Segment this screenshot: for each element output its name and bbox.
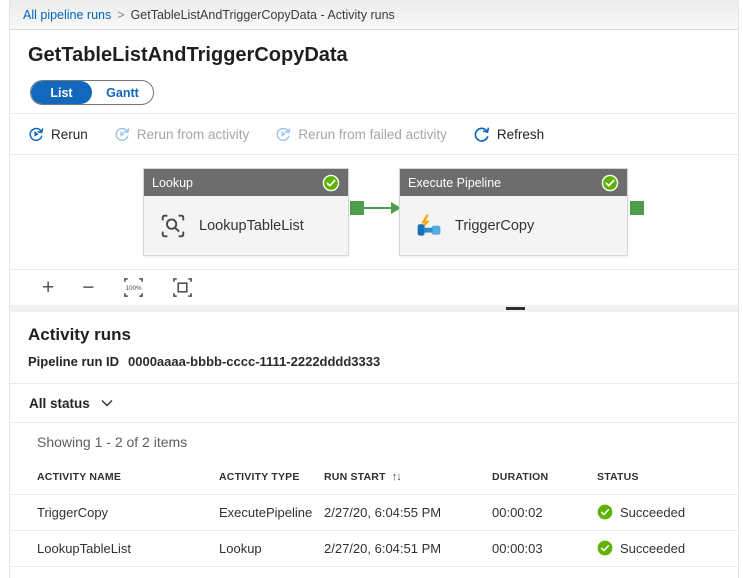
connector-line <box>364 207 392 209</box>
activity-node-lookup[interactable]: Lookup <box>143 168 349 256</box>
execute-pipeline-node-header: Execute Pipeline <box>400 169 627 196</box>
lookup-scan-icon <box>159 212 187 240</box>
succeeded-check-icon <box>601 174 619 192</box>
toggle-gantt-label: Gantt <box>106 86 139 100</box>
succeeded-check-icon <box>597 504 613 520</box>
cell-run-start: 2/27/20, 6:04:55 PM <box>324 494 492 530</box>
chevron-down-icon <box>101 399 113 407</box>
rerun-from-failed-activity-button[interactable]: Rerun from failed activity <box>275 126 447 142</box>
pipeline-run-id-label: Pipeline run ID <box>28 354 119 369</box>
cell-activity-type: ExecutePipeline <box>219 494 324 530</box>
succeeded-check-icon <box>322 174 340 192</box>
output-port[interactable] <box>350 201 364 215</box>
output-port[interactable] <box>630 201 644 215</box>
breadcrumb: All pipeline runs > GetTableListAndTrigg… <box>10 0 738 30</box>
breadcrumb-separator: > <box>117 8 124 22</box>
rerun-label: Rerun <box>51 127 88 142</box>
view-toggle: List Gantt <box>30 80 154 105</box>
cell-activity-name[interactable]: TriggerCopy <box>10 494 219 530</box>
col-header-activity-type: ACTIVITY TYPE <box>219 460 324 494</box>
col-header-duration: DURATION <box>492 460 597 494</box>
execute-pipeline-node-type: Execute Pipeline <box>408 176 501 190</box>
diagram-horizontal-scrollbar[interactable] <box>10 305 738 312</box>
refresh-button[interactable]: Refresh <box>473 126 544 143</box>
lookup-node-type: Lookup <box>152 176 193 190</box>
toolbar: Rerun Rerun from activity Rerun from f <box>10 113 738 155</box>
col-header-run-start[interactable]: RUN START ↑↓ <box>324 460 492 494</box>
svg-text:100%: 100% <box>125 285 142 292</box>
content-panel: All pipeline runs > GetTableListAndTrigg… <box>9 0 739 578</box>
items-count-text: Showing 1 - 2 of 2 items <box>10 423 738 460</box>
zoom-in-button[interactable]: + <box>42 277 54 298</box>
activity-node-execute-pipeline[interactable]: Execute Pipeline Tri <box>399 168 628 256</box>
breadcrumb-current: GetTableListAndTriggerCopyData - Activit… <box>131 8 395 22</box>
rerun-from-activity-button[interactable]: Rerun from activity <box>114 126 250 142</box>
activity-runs-page: All pipeline runs > GetTableListAndTrigg… <box>0 0 743 578</box>
zoom-100-button[interactable]: 100% <box>123 277 144 298</box>
zoom-fit-icon <box>172 277 193 298</box>
toggle-list-label: List <box>50 86 72 100</box>
table-row[interactable]: TriggerCopy ExecutePipeline 2/27/20, 6:0… <box>10 494 738 530</box>
refresh-icon <box>473 126 490 143</box>
col-header-status: STATUS <box>597 460 738 494</box>
activity-runs-table: ACTIVITY NAME ACTIVITY TYPE RUN START↑↓ … <box>10 460 738 567</box>
diagram-zoom-controls: + − 100% <box>10 269 738 305</box>
cell-status: Succeeded <box>597 494 738 530</box>
zoom-fit-button[interactable] <box>172 277 193 298</box>
cell-status: Succeeded <box>597 530 738 566</box>
rerun-button[interactable]: Rerun <box>28 126 88 142</box>
sort-icon: ↑↓ <box>392 471 401 483</box>
pipeline-run-id-row: Pipeline run ID 0000aaaa-bbbb-cccc-1111-… <box>28 354 738 369</box>
refresh-label: Refresh <box>497 127 544 142</box>
activity-runs-heading: Activity runs <box>28 325 738 345</box>
table-header-row: ACTIVITY NAME ACTIVITY TYPE RUN START↑↓ … <box>10 460 738 494</box>
status-filter-dropdown[interactable]: All status <box>10 384 738 423</box>
rerun-from-activity-label: Rerun from activity <box>137 127 250 142</box>
status-filter-label: All status <box>29 396 90 411</box>
toggle-list[interactable]: List <box>31 81 92 104</box>
scrollbar-thumb[interactable] <box>506 307 525 310</box>
minus-icon: − <box>82 277 94 298</box>
cell-activity-name[interactable]: LookupTableList <box>10 530 219 566</box>
rerun-from-activity-icon <box>114 126 130 142</box>
toggle-gantt[interactable]: Gantt <box>92 81 153 104</box>
pipeline-run-id-value: 0000aaaa-bbbb-cccc-1111-2222dddd3333 <box>128 354 380 369</box>
page-title: GetTableListAndTriggerCopyData <box>28 44 738 67</box>
pipeline-diagram-canvas[interactable]: Lookup <box>10 155 738 269</box>
zoom-out-button[interactable]: − <box>82 277 94 298</box>
rerun-from-failed-activity-label: Rerun from failed activity <box>298 127 447 142</box>
lookup-node-header: Lookup <box>144 169 348 196</box>
execute-pipeline-node-name: TriggerCopy <box>455 218 534 234</box>
lookup-node-name: LookupTableList <box>199 218 304 234</box>
zoom-100-icon: 100% <box>123 277 144 298</box>
succeeded-check-icon <box>597 540 613 556</box>
table-row[interactable]: LookupTableList Lookup 2/27/20, 6:04:51 … <box>10 530 738 566</box>
run-start-label: RUN START <box>324 471 386 483</box>
cell-run-start: 2/27/20, 6:04:51 PM <box>324 530 492 566</box>
breadcrumb-link-all-pipeline-runs[interactable]: All pipeline runs <box>23 8 111 22</box>
lookup-node-body: LookupTableList <box>144 196 348 255</box>
plus-icon: + <box>42 277 54 298</box>
execute-pipeline-node-body: TriggerCopy <box>400 196 627 255</box>
col-header-activity-name: ACTIVITY NAME <box>10 460 219 494</box>
execute-pipeline-icon <box>415 212 443 240</box>
cell-activity-type: Lookup <box>219 530 324 566</box>
rerun-icon <box>28 126 44 142</box>
rerun-from-failed-activity-icon <box>275 126 291 142</box>
status-badge: Succeeded <box>620 541 685 556</box>
cell-duration: 00:00:02 <box>492 494 597 530</box>
status-badge: Succeeded <box>620 505 685 520</box>
cell-duration: 00:00:03 <box>492 530 597 566</box>
